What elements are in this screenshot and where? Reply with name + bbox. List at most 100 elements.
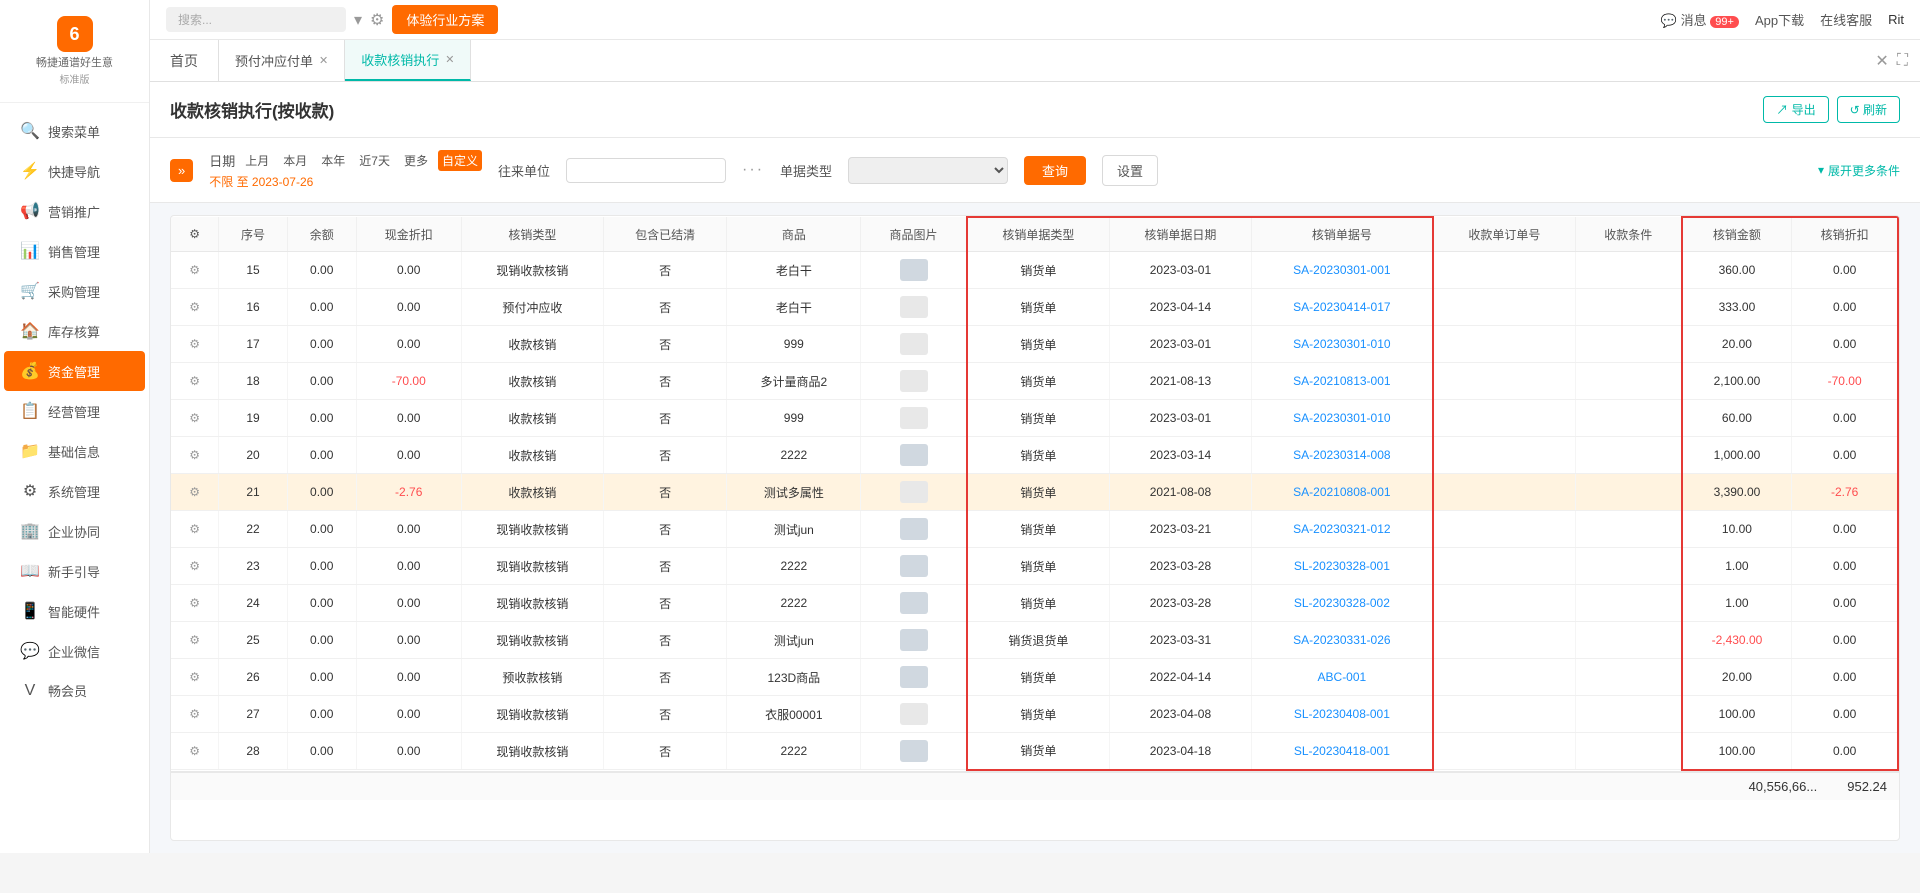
cell-settings[interactable]: ⚙ [171, 326, 219, 363]
tab-home[interactable]: 首页 [150, 40, 219, 81]
sidebar-icon-enterprise: 🏢 [20, 521, 40, 541]
date-btn-this-year[interactable]: 本年 [317, 150, 349, 171]
goods-image-empty [900, 407, 928, 429]
report-no-link[interactable]: SL-20230418-001 [1294, 744, 1390, 758]
report-no-link[interactable]: SA-20230301-010 [1293, 337, 1390, 351]
cell-writeoff-discount: 0.00 [1792, 511, 1898, 548]
cell-writeoff-discount: 0.00 [1792, 548, 1898, 585]
cell-settings[interactable]: ⚙ [171, 400, 219, 437]
date-btn-7days[interactable]: 近7天 [355, 150, 394, 171]
cell-settings[interactable]: ⚙ [171, 696, 219, 733]
sidebar-item-member[interactable]: V 畅会员 [4, 671, 145, 710]
tab-close-all-icon[interactable]: ✕ [1875, 51, 1888, 71]
bill-type-select[interactable] [848, 157, 1008, 184]
cell-goods: 2222 [727, 733, 861, 770]
sidebar: 6 畅捷通谱好生意 标准版 🔍 搜索菜单 ⚡ 快捷导航 📢 营销推广 📊 销售管… [0, 0, 150, 853]
sidebar-item-purchase[interactable]: 🛒 采购管理 [4, 271, 145, 311]
cell-settings[interactable]: ⚙ [171, 363, 219, 400]
sidebar-item-smart-hw[interactable]: 📱 智能硬件 [4, 591, 145, 631]
sidebar-label-operations: 经营管理 [48, 402, 100, 421]
export-btn[interactable]: ↗ 导出 [1763, 96, 1828, 123]
cell-writeoff-amount: 100.00 [1682, 733, 1792, 770]
sidebar-item-marketing[interactable]: 📢 营销推广 [4, 191, 145, 231]
sidebar-label-purchase: 采购管理 [48, 282, 100, 301]
expand-more-btn[interactable]: ▾ 展开更多条件 [1818, 162, 1900, 179]
settings-btn[interactable]: 设置 [1102, 155, 1158, 186]
sidebar-label-enterprise: 企业协同 [48, 522, 100, 541]
cell-settings[interactable]: ⚙ [171, 474, 219, 511]
cell-balance: 0.00 [287, 289, 356, 326]
dropdown-icon[interactable]: ▾ [354, 10, 362, 30]
sidebar-item-basic-info[interactable]: 📁 基础信息 [4, 431, 145, 471]
date-btn-this-month[interactable]: 本月 [279, 150, 311, 171]
tab-maximize-icon[interactable]: ⛶ [1897, 52, 1908, 70]
report-no-link[interactable]: ABC-001 [1318, 670, 1367, 684]
col-header-settings[interactable]: ⚙ [171, 217, 219, 252]
report-no-link[interactable]: SA-20230414-017 [1293, 300, 1390, 314]
messages-area[interactable]: 💬 消息 99+ [1661, 10, 1739, 29]
cell-settings[interactable]: ⚙ [171, 289, 219, 326]
sidebar-item-operations[interactable]: 📋 经营管理 [4, 391, 145, 431]
tab-receipts-close[interactable]: ✕ [445, 53, 454, 66]
report-no-link[interactable]: SA-20230331-026 [1293, 633, 1390, 647]
report-no-link[interactable]: SA-20230314-008 [1293, 448, 1390, 462]
bill-type-label: 单据类型 [780, 161, 832, 180]
cell-settings[interactable]: ⚙ [171, 511, 219, 548]
cell-writeoff-amount: 10.00 [1682, 511, 1792, 548]
cell-settings[interactable]: ⚙ [171, 659, 219, 696]
report-no-link[interactable]: SA-20210813-001 [1293, 374, 1390, 388]
cell-receipt-order-no [1433, 363, 1576, 400]
query-btn[interactable]: 查询 [1024, 156, 1086, 185]
tab-prepay[interactable]: 预付冲应付单 ✕ [219, 40, 345, 81]
cell-settings[interactable]: ⚙ [171, 437, 219, 474]
sidebar-label-member: 畅会员 [48, 681, 87, 700]
table-container[interactable]: ⚙ 序号 余额 现金折扣 核销类型 包含已结清 商品 商品图片 核销单据类型 核… [170, 215, 1900, 841]
cell-goods-image [861, 622, 967, 659]
settings-icon[interactable]: ⚙ [370, 10, 384, 30]
user-name[interactable]: Rit [1888, 12, 1904, 27]
cell-seq: 20 [219, 437, 288, 474]
tab-receipts[interactable]: 收款核销执行 ✕ [345, 40, 471, 81]
cell-cash-discount: 0.00 [356, 622, 461, 659]
cell-cash-discount: 0.00 [356, 511, 461, 548]
sidebar-item-enterprise[interactable]: 🏢 企业协同 [4, 511, 145, 551]
sidebar-item-finance[interactable]: 💰 资金管理 [4, 351, 145, 391]
cell-settings[interactable]: ⚙ [171, 733, 219, 770]
sidebar-label-wechat: 企业微信 [48, 642, 100, 661]
date-btn-more[interactable]: 更多 [400, 150, 432, 171]
date-btn-custom[interactable]: 自定义 [438, 150, 482, 171]
sidebar-item-guide[interactable]: 📖 新手引导 [4, 551, 145, 591]
report-no-link[interactable]: SL-20230328-002 [1294, 596, 1390, 610]
cell-settings[interactable]: ⚙ [171, 622, 219, 659]
partner-input[interactable] [566, 158, 726, 183]
date-btn-last-month[interactable]: 上月 [241, 150, 273, 171]
report-no-link[interactable]: SA-20230301-001 [1293, 263, 1390, 277]
cell-goods: 测试多属性 [727, 474, 861, 511]
cell-settings[interactable]: ⚙ [171, 548, 219, 585]
online-service[interactable]: 在线客服 [1820, 10, 1872, 29]
report-no-link[interactable]: SA-20230321-012 [1293, 522, 1390, 536]
industry-btn[interactable]: 体验行业方案 [392, 5, 498, 34]
report-no-link[interactable]: SL-20230328-001 [1294, 559, 1390, 573]
sidebar-icon-system: ⚙ [20, 481, 40, 501]
report-no-link[interactable]: SL-20230408-001 [1294, 707, 1390, 721]
sidebar-item-inventory[interactable]: 🏠 库存核算 [4, 311, 145, 351]
tab-prepay-close[interactable]: ✕ [319, 54, 328, 67]
filter-expand-btn[interactable]: » [170, 159, 193, 182]
partner-dots[interactable]: ··· [742, 161, 764, 179]
report-no-link[interactable]: SA-20230301-010 [1293, 411, 1390, 425]
cell-settings[interactable]: ⚙ [171, 585, 219, 622]
cell-seq: 22 [219, 511, 288, 548]
cell-settings[interactable]: ⚙ [171, 252, 219, 289]
sidebar-item-search[interactable]: 🔍 搜索菜单 [4, 111, 145, 151]
app-download[interactable]: App下载 [1755, 10, 1804, 29]
search-box[interactable]: 搜索... [166, 7, 346, 32]
sidebar-item-quick-nav[interactable]: ⚡ 快捷导航 [4, 151, 145, 191]
refresh-btn[interactable]: ↺ 刷新 [1837, 96, 1900, 123]
sidebar-item-sales[interactable]: 📊 销售管理 [4, 231, 145, 271]
report-no-link[interactable]: SA-20210808-001 [1293, 485, 1390, 499]
sidebar-item-system[interactable]: ⚙ 系统管理 [4, 471, 145, 511]
cell-goods-image [861, 696, 967, 733]
sidebar-icon-sales: 📊 [20, 241, 40, 261]
sidebar-item-wechat[interactable]: 💬 企业微信 [4, 631, 145, 671]
